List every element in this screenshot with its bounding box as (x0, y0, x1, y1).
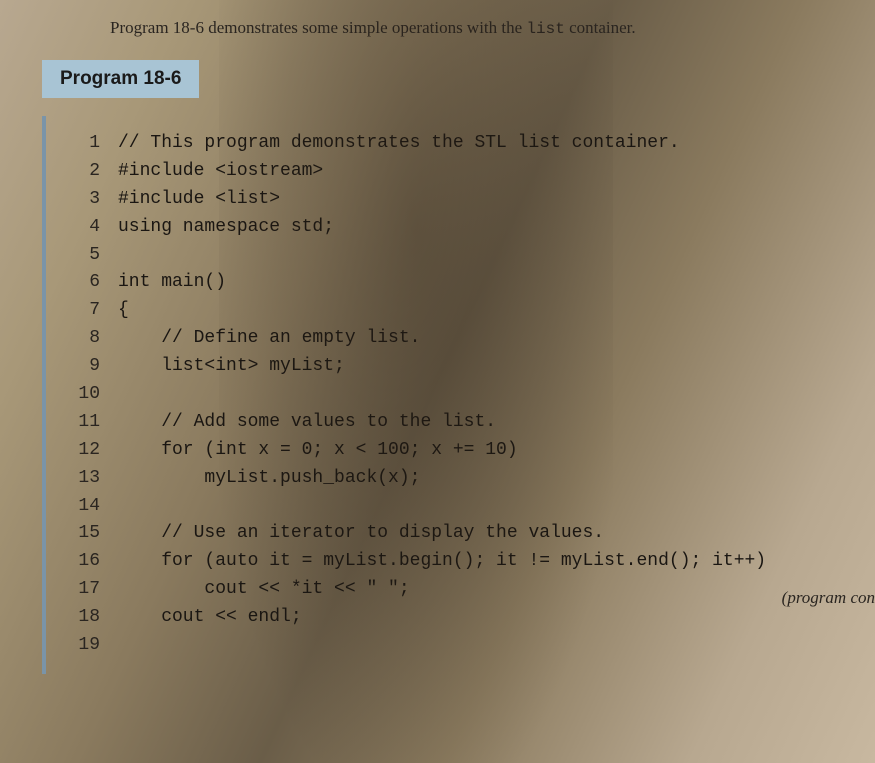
code-text: list<int> myList; (118, 353, 345, 381)
code-line: 10 (62, 381, 845, 409)
line-number: 4 (62, 214, 100, 242)
intro-paragraph: Program 18-6 demonstrates some simple op… (110, 18, 845, 38)
program-header: Program 18-6 (42, 60, 199, 98)
code-text: cout << *it << " "; (118, 576, 410, 604)
code-line: 18 cout << endl; (62, 604, 845, 632)
code-line: 8 // Define an empty list. (62, 325, 845, 353)
line-number: 2 (62, 158, 100, 186)
code-text: for (auto it = myList.begin(); it != myL… (118, 548, 766, 576)
line-number: 12 (62, 437, 100, 465)
line-number: 9 (62, 353, 100, 381)
intro-suffix: container. (565, 18, 636, 37)
line-number: 15 (62, 520, 100, 548)
code-text: // Add some values to the list. (118, 409, 496, 437)
code-line: 2 #include <iostream> (62, 158, 845, 186)
line-number: 10 (62, 381, 100, 409)
code-line: 1 // This program demonstrates the STL li… (62, 130, 845, 158)
code-text: int main() (118, 269, 226, 297)
code-line: 12 for (int x = 0; x < 100; x += 10) (62, 437, 845, 465)
line-number: 14 (62, 493, 100, 521)
code-text: #include <list> (118, 186, 280, 214)
intro-mono: list (526, 20, 564, 38)
line-number: 3 (62, 186, 100, 214)
line-number: 8 (62, 325, 100, 353)
code-line: 4 using namespace std; (62, 214, 845, 242)
line-number: 11 (62, 409, 100, 437)
program-continues-note: (program con (782, 588, 875, 608)
code-line: 17 cout << *it << " "; (62, 576, 845, 604)
line-number: 5 (62, 242, 100, 270)
code-text: // Define an empty list. (118, 325, 420, 353)
textbook-page: Program 18-6 demonstrates some simple op… (0, 0, 875, 694)
intro-prefix: Program 18-6 demonstrates some simple op… (110, 18, 526, 37)
code-text: // Use an iterator to display the values… (118, 520, 604, 548)
line-number: 13 (62, 465, 100, 493)
code-line: 14 (62, 493, 845, 521)
program-header-label: Program 18-6 (60, 68, 181, 89)
code-line: 6 int main() (62, 269, 845, 297)
line-number: 17 (62, 576, 100, 604)
line-number: 18 (62, 604, 100, 632)
code-text: using namespace std; (118, 214, 334, 242)
code-line: 16 for (auto it = myList.begin(); it != … (62, 548, 845, 576)
code-line: 19 (62, 632, 845, 660)
code-text: // This program demonstrates the STL lis… (118, 130, 680, 158)
code-line: 9 list<int> myList; (62, 353, 845, 381)
code-line: 3 #include <list> (62, 186, 845, 214)
line-number: 7 (62, 297, 100, 325)
code-listing: 1 // This program demonstrates the STL li… (42, 116, 845, 674)
line-number: 1 (62, 130, 100, 158)
code-line: 11 // Add some values to the list. (62, 409, 845, 437)
code-line: 5 (62, 242, 845, 270)
code-line: 15 // Use an iterator to display the val… (62, 520, 845, 548)
code-text: { (118, 297, 129, 325)
code-text: cout << endl; (118, 604, 302, 632)
code-line: 7{ (62, 297, 845, 325)
line-number: 19 (62, 632, 100, 660)
code-text: #include <iostream> (118, 158, 323, 186)
line-number: 6 (62, 269, 100, 297)
line-number: 16 (62, 548, 100, 576)
code-line: 13 myList.push_back(x); (62, 465, 845, 493)
code-text: myList.push_back(x); (118, 465, 420, 493)
code-text: for (int x = 0; x < 100; x += 10) (118, 437, 518, 465)
